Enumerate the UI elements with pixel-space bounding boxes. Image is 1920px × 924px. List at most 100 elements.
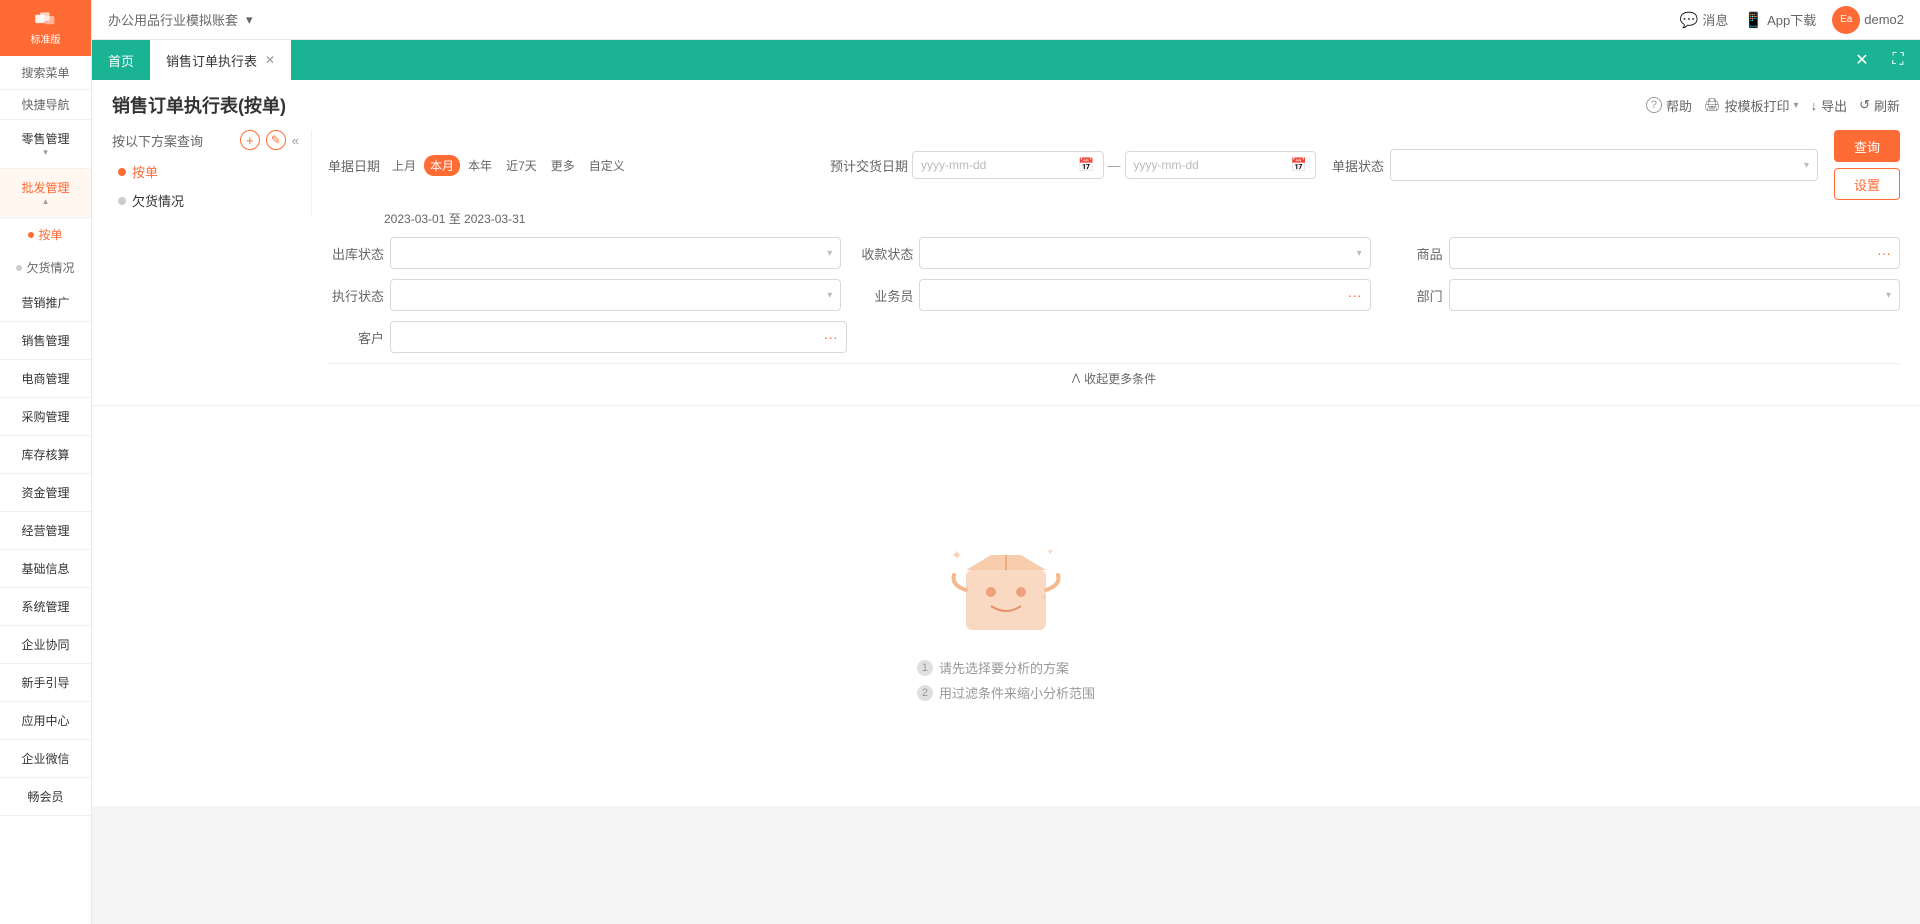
date-tabs-group: 上月 本月 本年 近7天 更多 自定义 — [386, 155, 814, 176]
expand-button[interactable]: ⛶ — [1884, 46, 1912, 74]
date-tab-last7[interactable]: 近7天 — [500, 155, 543, 176]
export-label: 导出 — [1821, 96, 1847, 115]
page: 销售订单执行表(按单) ? 帮助 🖨 按模板打印 ▾ ↓ 导出 — [92, 80, 1920, 806]
sidebar-item-marketing[interactable]: 营销推广 — [0, 284, 91, 322]
execution-select[interactable]: ▾ — [390, 279, 841, 311]
sidebar-item-sales[interactable]: 销售管理 — [0, 322, 91, 360]
schema-icons: + ✎ « — [240, 130, 299, 150]
inactive-schema-dot — [118, 197, 126, 205]
app-name: 标准版 — [31, 31, 61, 46]
payment-chevron-icon: ▾ — [1357, 248, 1362, 259]
sidebar-sub-item-owe-goods[interactable]: 欠货情况 — [0, 251, 91, 284]
collapse-button[interactable]: ⋀ 收起更多条件 — [328, 363, 1900, 393]
sidebar-item-wholesale[interactable]: 批发管理 ▴ — [0, 169, 91, 218]
date-tab-more[interactable]: 更多 — [545, 155, 581, 176]
date-field: 单据日期 上月 本月 本年 近7天 更多 自定义 — [328, 155, 814, 176]
date-tab-current-year[interactable]: 本年 — [462, 155, 498, 176]
shipment-select[interactable]: ▾ — [390, 237, 841, 269]
help-button[interactable]: ? 帮助 — [1646, 96, 1692, 115]
app-download-button[interactable]: 📱 App下载 — [1744, 10, 1816, 29]
search-menu[interactable]: 搜索菜单 — [0, 56, 91, 90]
calendar-end-icon[interactable]: 📅 — [1291, 157, 1307, 173]
wechat-label: 企业微信 — [21, 750, 69, 767]
dept-chevron-icon: ▾ — [1886, 290, 1891, 301]
retail-label: 零售管理 — [21, 130, 69, 147]
date-range-display: 2023-03-01 至 2023-03-31 — [328, 210, 1900, 227]
download-icon: 📱 — [1744, 11, 1763, 29]
customer-more-icon: ··· — [824, 329, 838, 345]
status-field: 单据状态 ▾ — [1332, 149, 1818, 181]
close-all-button[interactable]: ✕ — [1848, 46, 1876, 74]
app-logo: 标准版 — [0, 0, 91, 56]
date-start-input[interactable]: yyyy-mm-dd 📅 — [912, 151, 1104, 179]
status-select[interactable]: ▾ — [1390, 149, 1818, 181]
shipment-chevron-icon: ▾ — [827, 248, 832, 259]
calendar-start-icon[interactable]: 📅 — [1078, 157, 1094, 173]
dept-select[interactable]: ▾ — [1449, 279, 1900, 311]
execution-chevron-icon: ▾ — [827, 290, 832, 301]
appstore-label: 应用中心 — [21, 712, 69, 729]
ecommerce-label: 电商管理 — [21, 370, 69, 387]
breadcrumb-dropdown-icon[interactable]: ▾ — [246, 12, 253, 28]
salesman-label: 业务员 — [857, 286, 913, 305]
sidebar-sub-item-press-order[interactable]: 按单 — [0, 218, 91, 251]
filter-schema-header: 按以下方案查询 + ✎ « — [112, 130, 299, 150]
user-profile-button[interactable]: Ea demo2 — [1832, 6, 1904, 34]
tab-sales-order-label: 销售订单执行表 — [166, 51, 257, 70]
message-button[interactable]: 💬 消息 — [1680, 10, 1729, 29]
tip-text-2: 用过滤条件来缩小分析范围 — [939, 683, 1095, 702]
wholesale-label: 批发管理 — [21, 179, 69, 196]
help-label: 帮助 — [1666, 96, 1692, 115]
collapse-label: 收起更多条件 — [1084, 370, 1156, 387]
sidebar-item-guide[interactable]: 新手引导 — [0, 664, 91, 702]
tabbar: 首页 销售订单执行表 ✕ ✕ ⛶ — [92, 40, 1920, 80]
topbar-actions: 💬 消息 📱 App下载 Ea demo2 — [1680, 6, 1904, 34]
payment-field: 收款状态 ▾ — [857, 237, 1370, 269]
sidebar-item-cooperation[interactable]: 企业协同 — [0, 626, 91, 664]
customer-select[interactable]: ··· — [390, 321, 847, 353]
sidebar-item-wechat[interactable]: 企业微信 — [0, 740, 91, 778]
schema-item-owe-goods[interactable]: 欠货情况 — [112, 187, 299, 214]
add-schema-button[interactable]: + — [240, 130, 260, 150]
print-icon: 🖨 — [1704, 97, 1721, 113]
empty-box-icon: ✦ ✦ ✦ — [936, 510, 1076, 650]
sidebar-item-system[interactable]: 系统管理 — [0, 588, 91, 626]
query-button[interactable]: 查询 — [1834, 130, 1900, 162]
sidebar-item-purchase[interactable]: 采购管理 — [0, 398, 91, 436]
collapse-schema-button[interactable]: « — [292, 133, 299, 148]
tab-home[interactable]: 首页 — [92, 40, 150, 80]
quick-nav[interactable]: 快捷导航 — [0, 90, 91, 120]
date-tab-current-month[interactable]: 本月 — [424, 155, 460, 176]
press-order-label: 按单 — [38, 226, 62, 243]
sidebar-item-basic[interactable]: 基础信息 — [0, 550, 91, 588]
salesman-select[interactable]: ··· — [919, 279, 1370, 311]
sidebar-item-vip[interactable]: 畅会员 — [0, 778, 91, 816]
active-schema-dot — [118, 168, 126, 176]
guide-label: 新手引导 — [21, 674, 69, 691]
sidebar-item-ecommerce[interactable]: 电商管理 — [0, 360, 91, 398]
user-name: demo2 — [1864, 12, 1904, 27]
print-button[interactable]: 🖨 按模板打印 ▾ — [1704, 96, 1799, 115]
avatar-text: Ea — [1840, 14, 1852, 25]
sidebar-item-retail[interactable]: 零售管理 ▾ — [0, 120, 91, 169]
export-button[interactable]: ↓ 导出 — [1811, 96, 1848, 115]
tab-close-icon[interactable]: ✕ — [265, 53, 275, 67]
schema-item-press-order[interactable]: 按单 — [112, 158, 299, 185]
date-end-input[interactable]: yyyy-mm-dd 📅 — [1125, 151, 1317, 179]
goods-label: 商品 — [1387, 244, 1443, 263]
tab-sales-order[interactable]: 销售订单执行表 ✕ — [150, 40, 291, 80]
page-header: 销售订单执行表(按单) ? 帮助 🖨 按模板打印 ▾ ↓ 导出 — [92, 80, 1920, 118]
expected-delivery-field: 预计交货日期 yyyy-mm-dd 📅 — yyyy-mm-dd — [830, 151, 1316, 179]
goods-select[interactable]: ··· — [1449, 237, 1900, 269]
payment-select[interactable]: ▾ — [919, 237, 1370, 269]
refresh-button[interactable]: ↺ 刷新 — [1859, 96, 1900, 115]
sidebar-item-appstore[interactable]: 应用中心 — [0, 702, 91, 740]
sidebar-item-inventory[interactable]: 库存核算 — [0, 436, 91, 474]
sidebar-item-finance[interactable]: 资金管理 — [0, 474, 91, 512]
tip-text-1: 请先选择要分析的方案 — [939, 658, 1069, 677]
date-tab-last-month[interactable]: 上月 — [386, 155, 422, 176]
sidebar-item-operation[interactable]: 经营管理 — [0, 512, 91, 550]
edit-schema-button[interactable]: ✎ — [266, 130, 286, 150]
date-tab-custom[interactable]: 自定义 — [583, 155, 631, 176]
set-button[interactable]: 设置 — [1834, 168, 1900, 200]
